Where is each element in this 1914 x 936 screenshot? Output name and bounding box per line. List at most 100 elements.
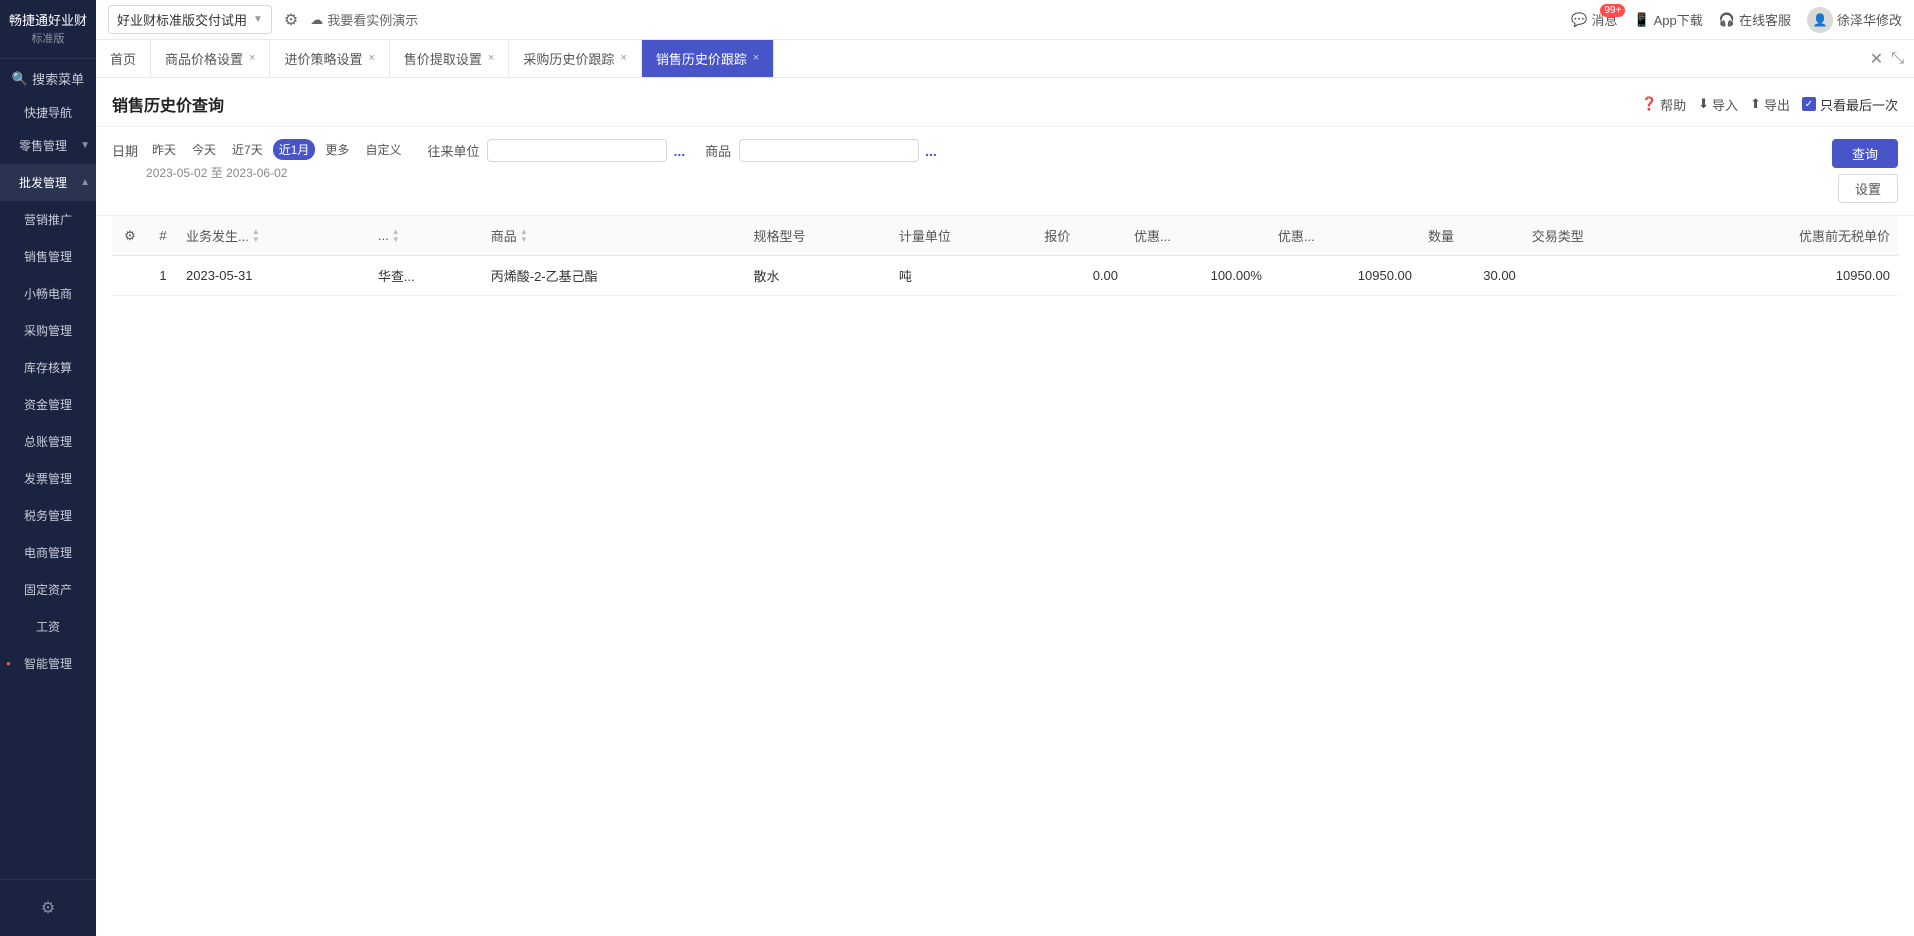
row-price: 0.00 — [1036, 256, 1126, 296]
sidebar-item-marketing[interactable]: 营销推广 — [0, 201, 96, 238]
table-col-product[interactable]: 商品 ▲▼ — [483, 216, 746, 256]
sort-arrows-icon: ▲▼ — [252, 228, 260, 244]
table-col-discount1: 优惠... — [1126, 216, 1270, 256]
chevron-up-icon: ▲ — [80, 177, 90, 188]
app-download-button[interactable]: 📱 App下载 — [1633, 10, 1702, 29]
sidebar-item-retail[interactable]: 零售管理 ▼ — [0, 127, 96, 164]
tab-sale-extract[interactable]: 售价提取设置 × — [390, 40, 509, 78]
app-icon: 📱 — [1633, 12, 1649, 28]
sidebar-item-payroll[interactable]: 工资 — [0, 608, 96, 645]
table-col-price: 报价 — [1036, 216, 1126, 256]
close-icon[interactable]: × — [620, 53, 626, 64]
only-last-toggle[interactable]: ✓ 只看最后一次 — [1802, 95, 1898, 114]
checkbox-checked-icon: ✓ — [1802, 97, 1816, 111]
sidebar-item-smart[interactable]: 智能管理 — [0, 645, 96, 682]
tab-strategy[interactable]: 进价策略设置 × — [270, 40, 389, 78]
row-gear — [112, 256, 148, 296]
tab-sales-history[interactable]: 销售历史价跟踪 × — [642, 40, 774, 78]
sidebar-item-general-ledger[interactable]: 总账管理 — [0, 423, 96, 460]
avatar: 👤 — [1807, 7, 1833, 33]
row-transaction-type — [1524, 256, 1669, 296]
headset-icon: 🎧 — [1719, 12, 1735, 28]
sidebar-item-sales[interactable]: 销售管理 — [0, 238, 96, 275]
cloud-icon: ☁ — [310, 12, 323, 28]
date-btn-more[interactable]: 更多 — [319, 139, 355, 160]
close-icon[interactable]: × — [488, 53, 494, 64]
sidebar-bottom: ⚙ — [0, 879, 96, 936]
table-col-spec: 规格型号 — [745, 216, 890, 256]
sidebar-search-menu[interactable]: 🔍 搜索菜单 — [0, 59, 96, 98]
query-button[interactable]: 查询 — [1832, 139, 1898, 168]
sidebar-item-invoice[interactable]: 发票管理 — [0, 460, 96, 497]
gear-icon: ⚙ — [124, 228, 136, 243]
message-button[interactable]: 💬 消息 99+ — [1571, 10, 1617, 29]
tab-sale-extract-label: 售价提取设置 — [404, 49, 482, 68]
search-icon: 🔍 — [12, 71, 28, 87]
close-icon[interactable]: × — [249, 53, 255, 64]
table-col-business-date[interactable]: 业务发生... ▲▼ — [178, 216, 370, 256]
table-col-more[interactable]: ... ▲▼ — [370, 216, 483, 256]
sidebar-item-fixed-assets[interactable]: 固定资产 — [0, 571, 96, 608]
settings-button[interactable]: 设置 — [1838, 174, 1898, 203]
close-window-icon[interactable]: ✕ — [1870, 49, 1883, 69]
tab-price-label: 商品价格设置 — [165, 49, 243, 68]
sidebar-logo-sub: 标准版 — [32, 30, 65, 46]
version-label: 好业财标准版交付试用 — [117, 10, 247, 29]
tab-price[interactable]: 商品价格设置 × — [151, 40, 270, 78]
product-input[interactable] — [739, 139, 919, 162]
sidebar-item-inventory[interactable]: 库存核算 — [0, 349, 96, 386]
sidebar-quick-nav[interactable]: 快捷导航 — [0, 98, 96, 127]
table-container: ⚙ # 业务发生... ▲▼ ... ▲▼ — [96, 216, 1914, 936]
sidebar-search-label: 搜索菜单 — [32, 69, 84, 88]
row-discount2: 10950.00 — [1270, 256, 1420, 296]
user-menu[interactable]: 👤 徐泽华修改 — [1807, 7, 1902, 33]
chevron-down-icon: ▼ — [253, 14, 263, 25]
date-btn-today[interactable]: 今天 — [186, 139, 222, 160]
online-service-button[interactable]: 🎧 在线客服 — [1719, 10, 1791, 29]
supplier-input[interactable] — [487, 139, 667, 162]
topbar: 好业财标准版交付试用 ▼ ⚙ ☁ 我要看实例演示 💬 消息 99+ 📱 App下… — [96, 0, 1914, 40]
expand-icon[interactable]: ⤡ — [1891, 50, 1904, 68]
topbar-settings-icon[interactable]: ⚙ — [284, 10, 298, 30]
table-col-gear[interactable]: ⚙ — [112, 216, 148, 256]
content-area: 销售历史价查询 ❓ 帮助 ⬇ 导入 ⬆ 导出 ✓ 只看最后一次 — [96, 78, 1914, 936]
export-link[interactable]: ⬆ 导出 — [1750, 95, 1790, 114]
version-selector[interactable]: 好业财标准版交付试用 ▼ — [108, 5, 272, 34]
col-more-label: ... — [378, 228, 389, 243]
table-col-discount2: 优惠... — [1270, 216, 1420, 256]
import-link[interactable]: ⬇ 导入 — [1698, 95, 1738, 114]
question-icon: ❓ — [1641, 96, 1657, 112]
help-link[interactable]: ❓ 帮助 — [1641, 95, 1686, 114]
col-discount1-label: 优惠... — [1134, 229, 1171, 244]
col-quantity-label: 数量 — [1428, 229, 1454, 244]
sidebar-item-ecommerce-small[interactable]: 小畅电商 — [0, 275, 96, 312]
row-unit: 吨 — [891, 256, 1036, 296]
supplier-lookup-icon[interactable]: ... — [673, 143, 685, 159]
col-price-label: 报价 — [1044, 229, 1070, 244]
col-product-label: 商品 — [491, 226, 517, 245]
sidebar-item-finance[interactable]: 资金管理 — [0, 386, 96, 423]
sidebar-item-wholesale[interactable]: 批发管理 ▲ — [0, 164, 96, 201]
close-icon[interactable]: × — [753, 53, 759, 64]
tabbar: 首页 商品价格设置 × 进价策略设置 × 售价提取设置 × 采购历史价跟踪 × … — [96, 40, 1914, 78]
demo-link[interactable]: ☁ 我要看实例演示 — [310, 10, 418, 29]
table-row: 1 2023-05-31 华查... 丙烯酸-2-乙基己酯 散水 吨 0.00 … — [112, 256, 1898, 296]
gear-icon[interactable]: ⚙ — [0, 890, 96, 926]
date-btn-custom[interactable]: 自定义 — [359, 139, 407, 160]
product-input-group: ... — [739, 139, 937, 162]
tab-purchase-history[interactable]: 采购历史价跟踪 × — [509, 40, 641, 78]
row-pretax-price: 10950.00 — [1669, 256, 1898, 296]
table-header-row: ⚙ # 业务发生... ▲▼ ... ▲▼ — [112, 216, 1898, 256]
sidebar-item-purchase[interactable]: 采购管理 — [0, 312, 96, 349]
date-btn-yesterday[interactable]: 昨天 — [146, 139, 182, 160]
tab-home[interactable]: 首页 — [96, 40, 151, 78]
close-icon[interactable]: × — [368, 53, 374, 64]
sidebar-item-tax[interactable]: 税务管理 — [0, 497, 96, 534]
app-label: App下载 — [1654, 10, 1703, 29]
date-btn-7days[interactable]: 近7天 — [226, 139, 269, 160]
date-btn-1month[interactable]: 近1月 — [273, 139, 316, 160]
product-lookup-icon[interactable]: ... — [925, 143, 937, 159]
sidebar-item-ecommerce[interactable]: 电商管理 — [0, 534, 96, 571]
supplier-filter-label: 往来单位 — [427, 139, 479, 160]
date-buttons: 昨天 今天 近7天 近1月 更多 自定义 — [146, 139, 407, 160]
